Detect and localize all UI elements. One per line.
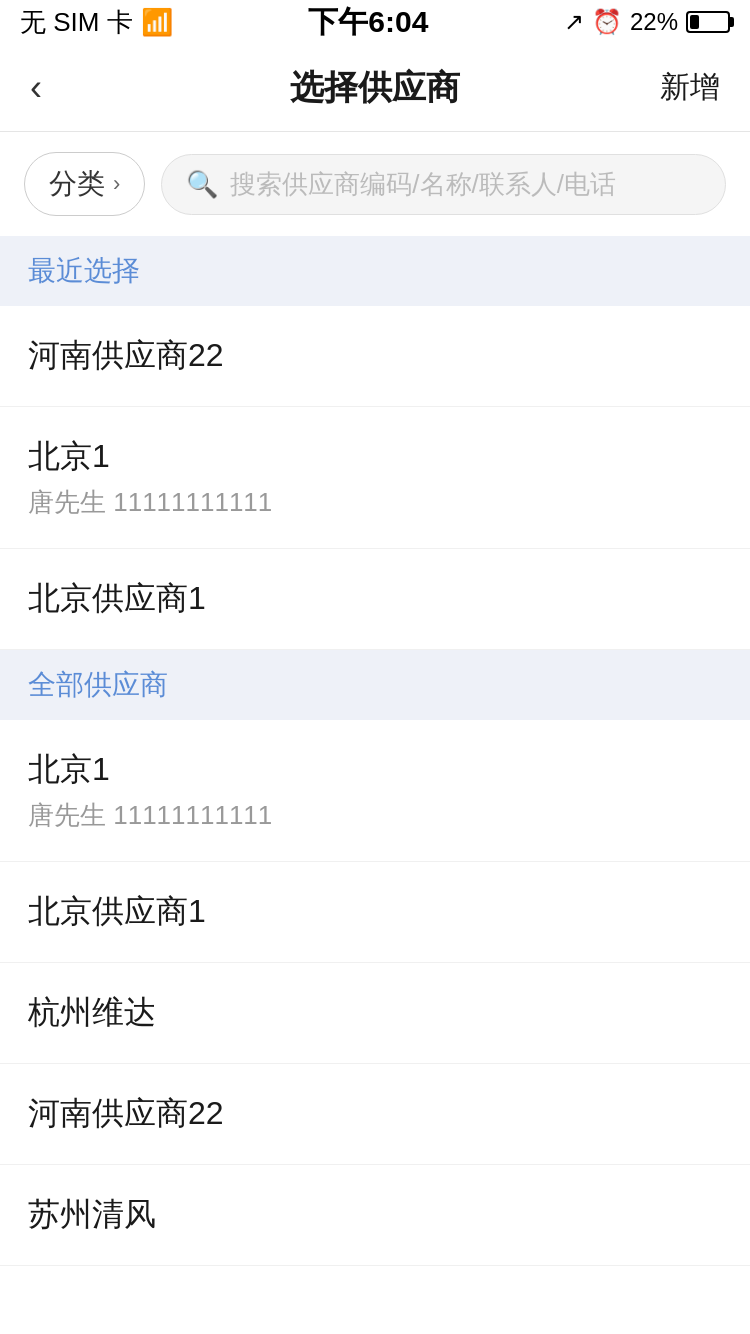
- status-left: 无 SIM 卡 📶: [20, 5, 173, 40]
- list-item[interactable]: 北京供应商1: [0, 549, 750, 650]
- supplier-sub: 唐先生 11111111111: [28, 485, 722, 520]
- list-item[interactable]: 苏州清风: [0, 1165, 750, 1266]
- sim-label: 无 SIM 卡: [20, 5, 133, 40]
- alarm-icon: ⏰: [592, 8, 622, 36]
- search-icon: 🔍: [186, 169, 218, 200]
- location-icon: ↗: [564, 8, 584, 36]
- list-item[interactable]: 北京1 唐先生 11111111111: [0, 407, 750, 549]
- supplier-name: 河南供应商22: [28, 1092, 722, 1136]
- supplier-sub: 唐先生 11111111111: [28, 798, 722, 833]
- page-title: 选择供应商: [290, 65, 460, 111]
- list-item[interactable]: 杭州维达: [0, 963, 750, 1064]
- list-item[interactable]: 河南供应商22: [0, 306, 750, 407]
- category-button[interactable]: 分类 ›: [24, 152, 145, 216]
- nav-bar: ‹ 选择供应商 新增: [0, 44, 750, 132]
- supplier-name: 苏州清风: [28, 1193, 722, 1237]
- wifi-icon: 📶: [141, 7, 173, 38]
- recent-section-header: 最近选择: [0, 236, 750, 306]
- search-placeholder: 搜索供应商编码/名称/联系人/电话: [230, 167, 616, 202]
- search-box[interactable]: 🔍 搜索供应商编码/名称/联系人/电话: [161, 154, 726, 215]
- supplier-name: 北京1: [28, 748, 722, 792]
- category-label: 分类: [49, 165, 105, 203]
- battery-percent: 22%: [630, 8, 678, 36]
- status-time: 下午6:04: [308, 2, 428, 43]
- list-item[interactable]: 河南供应商22: [0, 1064, 750, 1165]
- chevron-right-icon: ›: [113, 171, 120, 197]
- supplier-name: 河南供应商22: [28, 334, 722, 378]
- all-section-header: 全部供应商: [0, 650, 750, 720]
- status-bar: 无 SIM 卡 📶 下午6:04 ↗ ⏰ 22%: [0, 0, 750, 44]
- supplier-name: 北京供应商1: [28, 577, 722, 621]
- battery-icon: [686, 11, 730, 33]
- back-button[interactable]: ‹: [30, 67, 110, 109]
- list-item[interactable]: 北京供应商1: [0, 862, 750, 963]
- supplier-name: 北京1: [28, 435, 722, 479]
- list-item[interactable]: 北京1 唐先生 11111111111: [0, 720, 750, 862]
- filter-bar: 分类 › 🔍 搜索供应商编码/名称/联系人/电话: [0, 132, 750, 236]
- supplier-name: 北京供应商1: [28, 890, 722, 934]
- supplier-name: 杭州维达: [28, 991, 722, 1035]
- status-right: ↗ ⏰ 22%: [564, 8, 730, 36]
- add-new-button[interactable]: 新增: [640, 67, 720, 108]
